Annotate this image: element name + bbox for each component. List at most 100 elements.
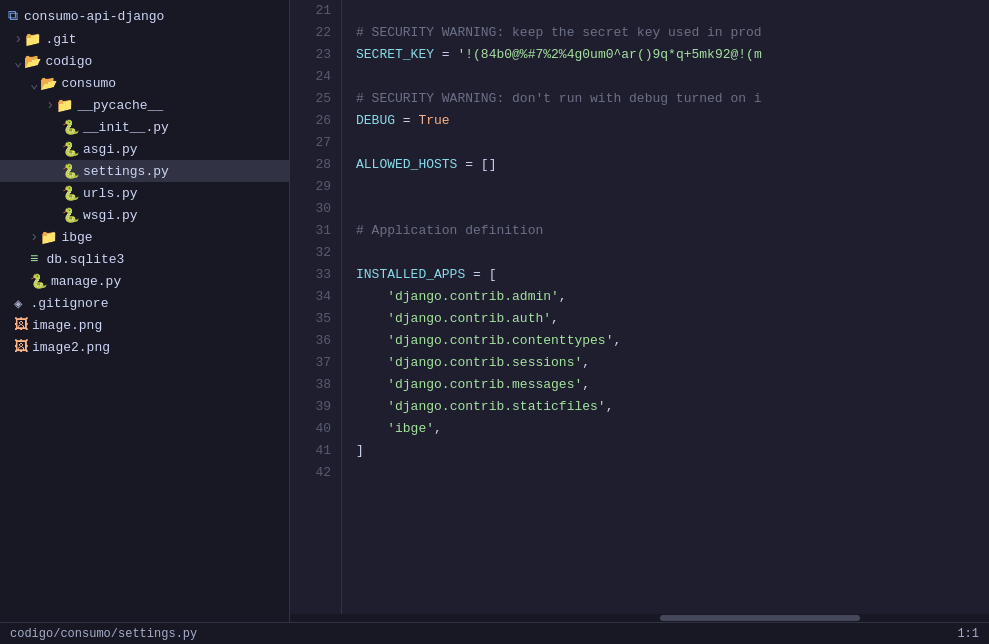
scroll-track[interactable] <box>290 614 989 622</box>
code-line: 'django.contrib.messages', <box>356 374 989 396</box>
folder-icon2: 📁 <box>56 97 73 114</box>
sidebar-item-codigo[interactable]: ⌄ 📂 codigo <box>0 50 289 72</box>
sidebar-item-ibge[interactable]: › 📁 ibge <box>0 226 289 248</box>
sidebar-item-asgi[interactable]: 🐍 asgi.py <box>0 138 289 160</box>
sidebar-label-pycache: __pycache__ <box>77 98 163 113</box>
code-line: ALLOWED_HOSTS = [] <box>356 154 989 176</box>
sidebar-item-image2[interactable]: 🖼 image2.png <box>0 336 289 358</box>
code-line: # SECURITY WARNING: don't run with debug… <box>356 88 989 110</box>
sidebar-item-gitignore[interactable]: ◈ .gitignore <box>0 292 289 314</box>
code-line: 'django.contrib.auth', <box>356 308 989 330</box>
code-line <box>356 0 989 22</box>
chevron-down-icon2: ⌄ <box>30 75 38 92</box>
line-number: 24 <box>290 66 331 88</box>
chevron-right-icon: › <box>14 31 22 47</box>
code-container[interactable]: 2122232425262728293031323334353637383940… <box>290 0 989 614</box>
chevron-right-icon3: › <box>30 229 38 245</box>
img-icon2: 🖼 <box>14 339 28 355</box>
line-number: 41 <box>290 440 331 462</box>
code-line: 'django.contrib.staticfiles', <box>356 396 989 418</box>
code-line <box>356 66 989 88</box>
py-icon-settings: 🐍 <box>62 163 79 180</box>
scroll-thumb[interactable] <box>660 615 860 621</box>
code-line: ] <box>356 440 989 462</box>
code-line: 'django.contrib.contenttypes', <box>356 330 989 352</box>
layers-icon: ⧉ <box>8 8 18 24</box>
chevron-right-icon2: › <box>46 97 54 113</box>
sidebar-item-urls[interactable]: 🐍 urls.py <box>0 182 289 204</box>
code-line <box>356 462 989 484</box>
sidebar-label-image2: image2.png <box>32 340 110 355</box>
sidebar-item-db[interactable]: ≡ db.sqlite3 <box>0 248 289 270</box>
py-icon-init: 🐍 <box>62 119 79 136</box>
root-label: consumo-api-django <box>24 9 164 24</box>
code-line <box>356 198 989 220</box>
py-icon-wsgi: 🐍 <box>62 207 79 224</box>
line-number: 27 <box>290 132 331 154</box>
sidebar-item-settings[interactable]: 🐍 settings.py <box>0 160 289 182</box>
sidebar-label-init: __init__.py <box>83 120 169 135</box>
line-number: 40 <box>290 418 331 440</box>
sidebar-label-codigo: codigo <box>45 54 92 69</box>
folder-open-icon2: 📂 <box>40 75 57 92</box>
editor-area: 2122232425262728293031323334353637383940… <box>290 0 989 622</box>
line-number: 37 <box>290 352 331 374</box>
sidebar-item-consumo[interactable]: ⌄ 📂 consumo <box>0 72 289 94</box>
py-icon-asgi: 🐍 <box>62 141 79 158</box>
file-tree[interactable]: ⧉ consumo-api-django › 📁 .git ⌄ 📂 codigo… <box>0 0 290 622</box>
sidebar-label-git: .git <box>45 32 76 47</box>
line-number: 30 <box>290 198 331 220</box>
folder-open-icon: 📂 <box>24 53 41 70</box>
code-line: SECRET_KEY = '!(84b0@%#7%2%4g0um0^ar()9q… <box>356 44 989 66</box>
line-number: 39 <box>290 396 331 418</box>
gitignore-icon: ◈ <box>14 295 22 312</box>
sidebar-label-db: db.sqlite3 <box>46 252 124 267</box>
sidebar-item-wsgi[interactable]: 🐍 wsgi.py <box>0 204 289 226</box>
db-icon: ≡ <box>30 251 38 267</box>
code-line: # Application definition <box>356 220 989 242</box>
status-position: 1:1 <box>957 627 979 641</box>
line-number: 35 <box>290 308 331 330</box>
line-number: 38 <box>290 374 331 396</box>
chevron-down-icon: ⌄ <box>14 53 22 70</box>
code-line <box>356 242 989 264</box>
root-item[interactable]: ⧉ consumo-api-django <box>0 4 289 28</box>
line-number: 42 <box>290 462 331 484</box>
status-path: codigo/consumo/settings.py <box>10 627 957 641</box>
line-number: 22 <box>290 22 331 44</box>
line-numbers: 2122232425262728293031323334353637383940… <box>290 0 342 614</box>
sidebar-label-manage: manage.py <box>51 274 121 289</box>
line-number: 31 <box>290 220 331 242</box>
folder-icon: 📁 <box>24 31 41 48</box>
py-icon-urls: 🐍 <box>62 185 79 202</box>
code-line <box>356 176 989 198</box>
code-content: # SECURITY WARNING: keep the secret key … <box>342 0 989 614</box>
sidebar-label-image: image.png <box>32 318 102 333</box>
sidebar-label-asgi: asgi.py <box>83 142 138 157</box>
line-number: 28 <box>290 154 331 176</box>
code-line: 'django.contrib.admin', <box>356 286 989 308</box>
sidebar-label-ibge: ibge <box>61 230 92 245</box>
sidebar-item-image[interactable]: 🖼 image.png <box>0 314 289 336</box>
line-number: 34 <box>290 286 331 308</box>
line-number: 36 <box>290 330 331 352</box>
sidebar-label-consumo: consumo <box>61 76 116 91</box>
sidebar-label-wsgi: wsgi.py <box>83 208 138 223</box>
img-icon: 🖼 <box>14 317 28 333</box>
sidebar-item-init[interactable]: 🐍 __init__.py <box>0 116 289 138</box>
sidebar-item-pycache[interactable]: › 📁 __pycache__ <box>0 94 289 116</box>
code-line: # SECURITY WARNING: keep the secret key … <box>356 22 989 44</box>
line-number: 29 <box>290 176 331 198</box>
folder-icon3: 📁 <box>40 229 57 246</box>
line-number: 32 <box>290 242 331 264</box>
sidebar-item-manage[interactable]: 🐍 manage.py <box>0 270 289 292</box>
line-number: 23 <box>290 44 331 66</box>
code-line: INSTALLED_APPS = [ <box>356 264 989 286</box>
line-number: 26 <box>290 110 331 132</box>
code-line: 'django.contrib.sessions', <box>356 352 989 374</box>
py-icon-manage: 🐍 <box>30 273 47 290</box>
sidebar-item-git[interactable]: › 📁 .git <box>0 28 289 50</box>
line-number: 21 <box>290 0 331 22</box>
sidebar-label-gitignore: .gitignore <box>30 296 108 311</box>
sidebar-label-urls: urls.py <box>83 186 138 201</box>
